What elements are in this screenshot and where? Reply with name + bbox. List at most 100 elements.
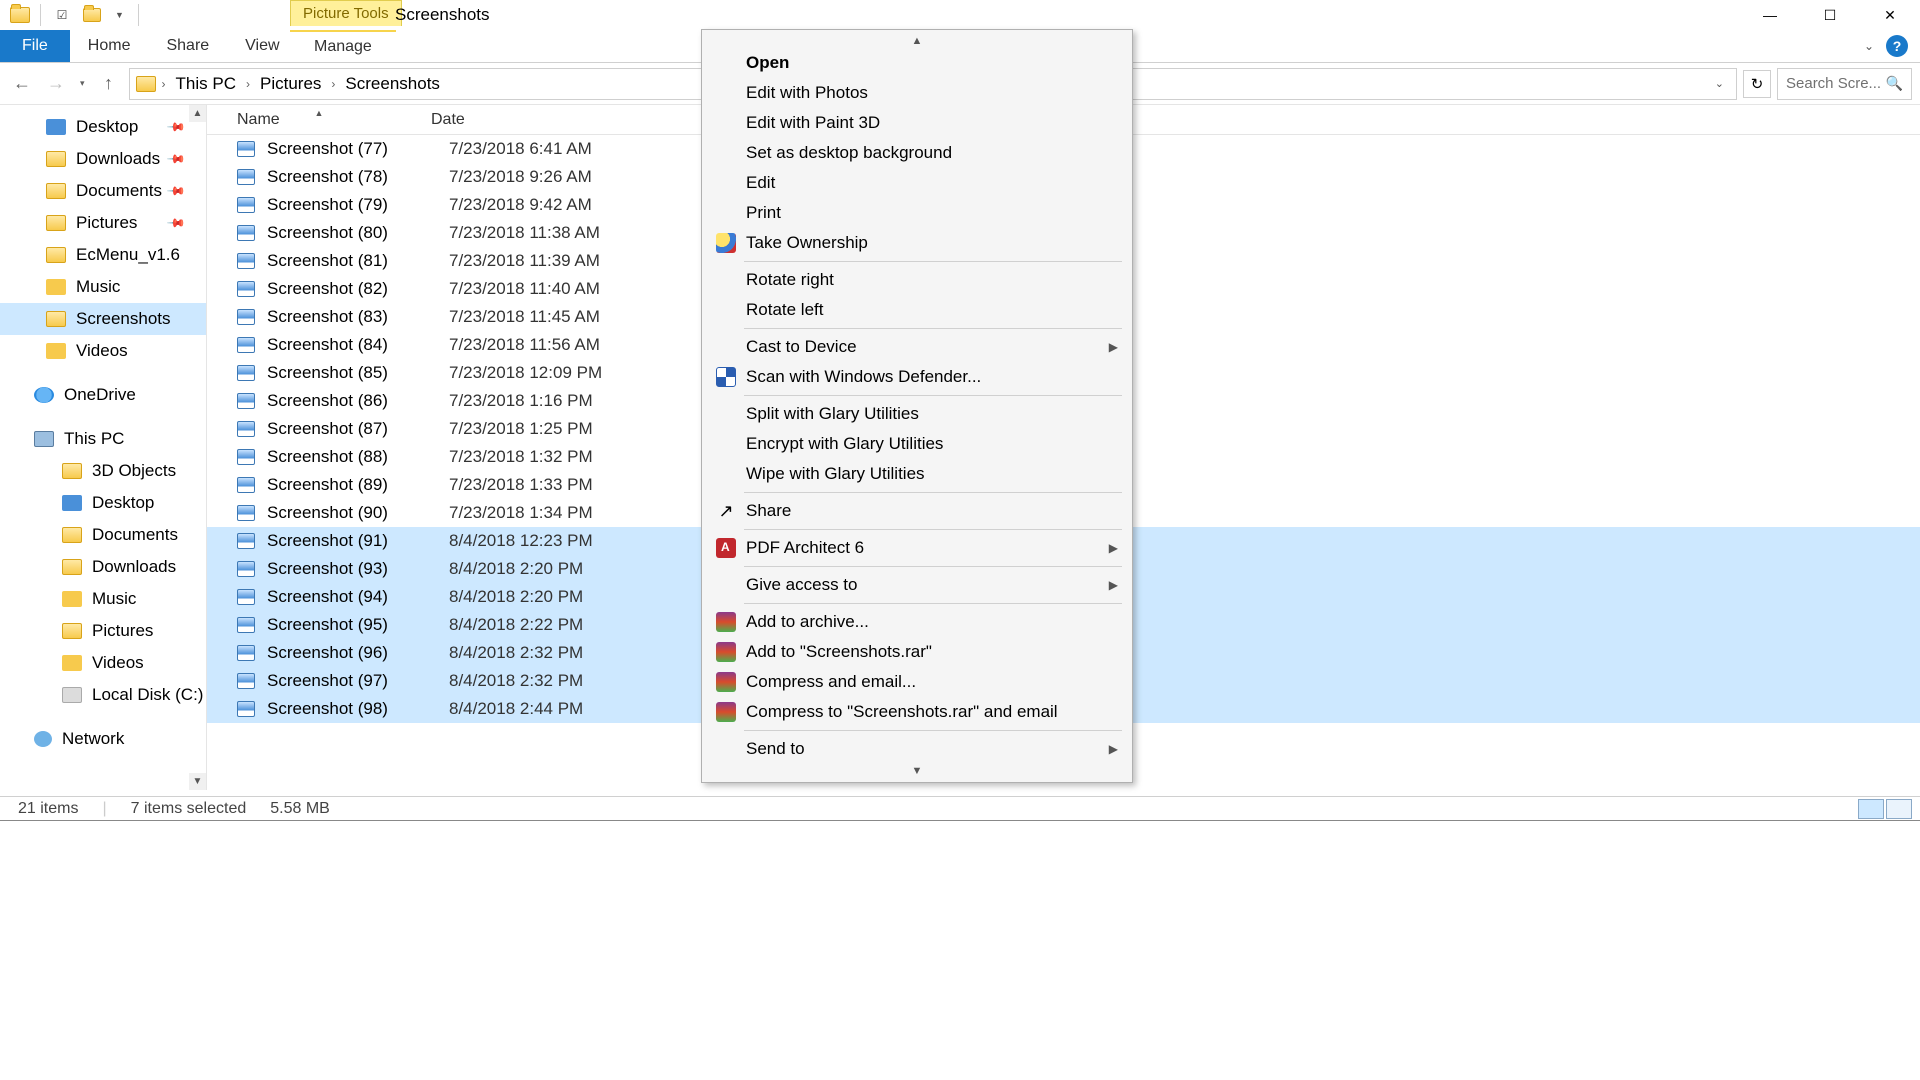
file-date: 7/23/2018 11:56 AM: [449, 335, 689, 355]
context-menu-item[interactable]: Edit with Photos: [704, 78, 1130, 108]
folder-icon: [62, 495, 82, 511]
context-menu-item[interactable]: ↗Share: [704, 496, 1130, 526]
context-menu-item[interactable]: Edit: [704, 168, 1130, 198]
minimize-button[interactable]: —: [1740, 0, 1800, 30]
breadcrumb-thispc[interactable]: This PC: [172, 74, 240, 94]
context-menu-item[interactable]: Set as desktop background: [704, 138, 1130, 168]
context-menu-item[interactable]: Add to archive...: [704, 607, 1130, 637]
nav-item[interactable]: Videos: [0, 335, 206, 367]
scroll-up-button[interactable]: ▲: [189, 105, 206, 122]
context-menu-item[interactable]: Cast to Device▶: [704, 332, 1130, 362]
nav-item[interactable]: 3D Objects: [0, 455, 206, 487]
folder-icon: [46, 311, 66, 327]
context-menu-item[interactable]: Rotate left: [704, 295, 1130, 325]
qat-properties-icon[interactable]: ☑: [51, 5, 73, 25]
nav-item[interactable]: Downloads: [0, 551, 206, 583]
context-menu-item[interactable]: Compress to "Screenshots.rar" and email: [704, 697, 1130, 727]
view-details-button[interactable]: [1858, 799, 1884, 819]
ribbon-tab-home[interactable]: Home: [70, 30, 149, 62]
context-menu-item[interactable]: Add to "Screenshots.rar": [704, 637, 1130, 667]
nav-item[interactable]: Music: [0, 271, 206, 303]
context-menu-item[interactable]: Send to▶: [704, 734, 1130, 764]
file-date: 7/23/2018 11:45 AM: [449, 307, 689, 327]
context-menu-item[interactable]: Rotate right: [704, 265, 1130, 295]
ribbon-tab-file[interactable]: File: [0, 30, 70, 62]
image-file-icon: [237, 281, 255, 297]
nav-item[interactable]: Documents 📌: [0, 175, 206, 207]
nav-forward-button[interactable]: →: [42, 70, 70, 98]
nav-network[interactable]: Network: [0, 723, 206, 755]
search-placeholder: Search Scre...: [1786, 75, 1881, 92]
nav-item[interactable]: Downloads 📌: [0, 143, 206, 175]
address-dropdown[interactable]: ⌄: [1709, 77, 1730, 90]
nav-up-button[interactable]: ↑: [95, 70, 123, 98]
image-file-icon: [237, 561, 255, 577]
context-menu-item[interactable]: Take Ownership: [704, 228, 1130, 258]
context-menu-item[interactable]: Open: [704, 48, 1130, 78]
nav-thispc[interactable]: This PC: [0, 423, 206, 455]
nav-item[interactable]: Pictures 📌: [0, 207, 206, 239]
ribbon-tab-share[interactable]: Share: [148, 30, 227, 62]
view-thumbnails-button[interactable]: [1886, 799, 1912, 819]
column-header-name[interactable]: ▲ Name: [207, 111, 431, 129]
ribbon-tab-view[interactable]: View: [227, 30, 297, 62]
nav-back-button[interactable]: ←: [8, 70, 36, 98]
refresh-button[interactable]: ↻: [1743, 70, 1771, 98]
menu-item-label: Split with Glary Utilities: [746, 404, 919, 424]
chevron-right-icon[interactable]: ›: [244, 77, 252, 91]
nav-label: Videos: [76, 341, 128, 361]
scroll-down-button[interactable]: ▼: [189, 773, 206, 790]
window-icon[interactable]: [10, 7, 30, 23]
context-menu-item[interactable]: Compress and email...: [704, 667, 1130, 697]
context-menu-scroll-down[interactable]: ▼: [704, 764, 1130, 778]
context-menu-item[interactable]: Wipe with Glary Utilities: [704, 459, 1130, 489]
menu-item-label: Add to "Screenshots.rar": [746, 642, 932, 662]
menu-item-label: Print: [746, 203, 781, 223]
qat-newfolder-icon[interactable]: [83, 8, 101, 22]
context-menu-item[interactable]: Encrypt with Glary Utilities: [704, 429, 1130, 459]
chevron-right-icon[interactable]: ›: [329, 77, 337, 91]
nav-item[interactable]: Videos: [0, 647, 206, 679]
close-button[interactable]: ✕: [1860, 0, 1920, 30]
nav-label: Downloads: [76, 149, 160, 169]
context-menu-item[interactable]: PDF Architect 6▶: [704, 533, 1130, 563]
help-icon[interactable]: ?: [1886, 35, 1908, 57]
folder-icon: [46, 151, 66, 167]
nav-label: Screenshots: [76, 309, 171, 329]
chevron-right-icon[interactable]: ›: [160, 77, 168, 91]
nav-item[interactable]: Desktop: [0, 487, 206, 519]
context-menu-item[interactable]: Split with Glary Utilities: [704, 399, 1130, 429]
nav-item[interactable]: EcMenu_v1.6: [0, 239, 206, 271]
file-date: 7/23/2018 1:25 PM: [449, 419, 689, 439]
menu-item-icon: [716, 612, 736, 632]
context-menu-item[interactable]: Scan with Windows Defender...: [704, 362, 1130, 392]
image-file-icon: [237, 197, 255, 213]
nav-item[interactable]: Desktop 📌: [0, 111, 206, 143]
breadcrumb-pictures[interactable]: Pictures: [256, 74, 325, 94]
maximize-button[interactable]: ☐: [1800, 0, 1860, 30]
file-name: Screenshot (95): [267, 615, 449, 635]
context-menu-scroll-up[interactable]: ▲: [704, 34, 1130, 48]
qat-customize-dropdown[interactable]: ▼: [111, 10, 128, 20]
column-header-date[interactable]: Date: [431, 111, 671, 129]
nav-item[interactable]: Screenshots: [0, 303, 206, 335]
nav-item[interactable]: Local Disk (C:): [0, 679, 206, 711]
context-menu-item[interactable]: Give access to▶: [704, 570, 1130, 600]
search-input[interactable]: Search Scre... 🔍: [1777, 68, 1912, 100]
image-file-icon: [237, 673, 255, 689]
nav-item[interactable]: Music: [0, 583, 206, 615]
breadcrumb-screenshots[interactable]: Screenshots: [341, 74, 444, 94]
ribbon-tab-manage[interactable]: Manage: [290, 30, 396, 62]
submenu-arrow-icon: ▶: [1109, 541, 1118, 555]
context-menu-item[interactable]: Edit with Paint 3D: [704, 108, 1130, 138]
menu-item-label: Give access to: [746, 575, 858, 595]
image-file-icon: [237, 253, 255, 269]
nav-label: This PC: [64, 429, 124, 449]
context-menu-item[interactable]: Print: [704, 198, 1130, 228]
network-icon: [34, 731, 52, 747]
nav-item[interactable]: Pictures: [0, 615, 206, 647]
recent-locations-dropdown[interactable]: ▾: [76, 78, 89, 89]
nav-onedrive[interactable]: OneDrive: [0, 379, 206, 411]
nav-item[interactable]: Documents: [0, 519, 206, 551]
ribbon-expand-icon[interactable]: ⌄: [1864, 39, 1874, 53]
